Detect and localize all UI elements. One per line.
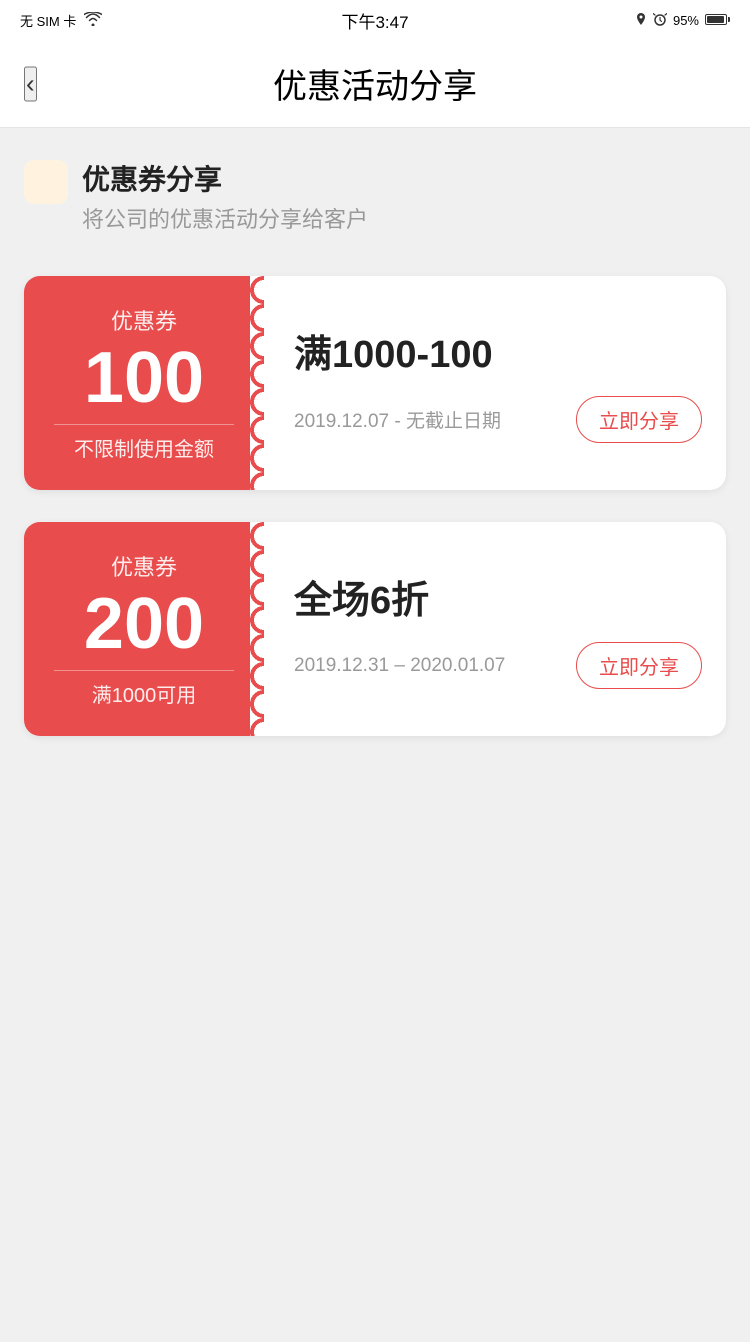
coupon-right-2: 全场6折 2019.12.31 – 2020.01.07 立即分享 <box>264 522 726 736</box>
status-right: 95% <box>635 12 730 29</box>
bottom-area <box>0 762 750 1342</box>
coupon-condition-1: 不限制使用金额 <box>54 433 234 462</box>
coupon-meta-1: 2019.12.07 - 无截止日期 立即分享 <box>294 396 702 443</box>
coupon-condition-2: 满1000可用 <box>54 679 234 708</box>
coupon-date-2: 2019.12.31 – 2020.01.07 <box>294 655 566 677</box>
carrier-label: 无 SIM 卡 <box>20 11 76 30</box>
coupon-card-1: 优惠券 100 不限制使用金额 满1000-100 2019.12.07 - 无… <box>24 276 726 490</box>
coupon-left-2: 优惠券 200 满1000可用 <box>24 522 264 736</box>
coupon-type-2: 优惠券 <box>54 550 234 582</box>
battery-icon <box>705 13 730 28</box>
coupon-card-2: 优惠券 200 满1000可用 全场6折 2019.12.31 – 2020.0… <box>24 522 726 736</box>
location-icon <box>635 12 647 29</box>
battery-percentage: 95% <box>673 13 699 28</box>
coupon-amount-1: 100 <box>54 342 234 414</box>
coupon-meta-2: 2019.12.31 – 2020.01.07 立即分享 <box>294 642 702 689</box>
section-title: 优惠券分享 <box>82 158 368 198</box>
coupon-left-1: 优惠券 100 不限制使用金额 <box>24 276 264 490</box>
page-title: 优惠活动分享 <box>273 59 477 108</box>
section-subtitle: 将公司的优惠活动分享给客户 <box>82 202 368 234</box>
section-text: 优惠券分享 将公司的优惠活动分享给客户 <box>82 158 368 234</box>
share-button-2[interactable]: 立即分享 <box>576 642 702 689</box>
alarm-icon <box>653 12 667 29</box>
status-left: 无 SIM 卡 <box>20 11 102 30</box>
coupon-list: 优惠券 100 不限制使用金额 满1000-100 2019.12.07 - 无… <box>0 250 750 762</box>
coupon-name-1: 满1000-100 <box>294 323 702 378</box>
wifi-icon <box>84 12 102 29</box>
share-button-1[interactable]: 立即分享 <box>576 396 702 443</box>
coupon-type-1: 优惠券 <box>54 304 234 336</box>
coupon-date-1: 2019.12.07 - 无截止日期 <box>294 406 566 433</box>
coupon-divider-1 <box>54 424 234 425</box>
back-button[interactable]: ‹ <box>24 66 37 101</box>
status-time: 下午3:47 <box>341 8 408 33</box>
coupon-divider-2 <box>54 670 234 671</box>
coupon-section-icon: 🎫 <box>24 160 68 204</box>
coupon-amount-2: 200 <box>54 588 234 660</box>
nav-bar: ‹ 优惠活动分享 <box>0 40 750 128</box>
coupon-name-2: 全场6折 <box>294 569 702 624</box>
status-bar: 无 SIM 卡 下午3:47 95% <box>0 0 750 40</box>
coupon-right-1: 满1000-100 2019.12.07 - 无截止日期 立即分享 <box>264 276 726 490</box>
section-header: 🎫 优惠券分享 将公司的优惠活动分享给客户 <box>0 128 750 250</box>
